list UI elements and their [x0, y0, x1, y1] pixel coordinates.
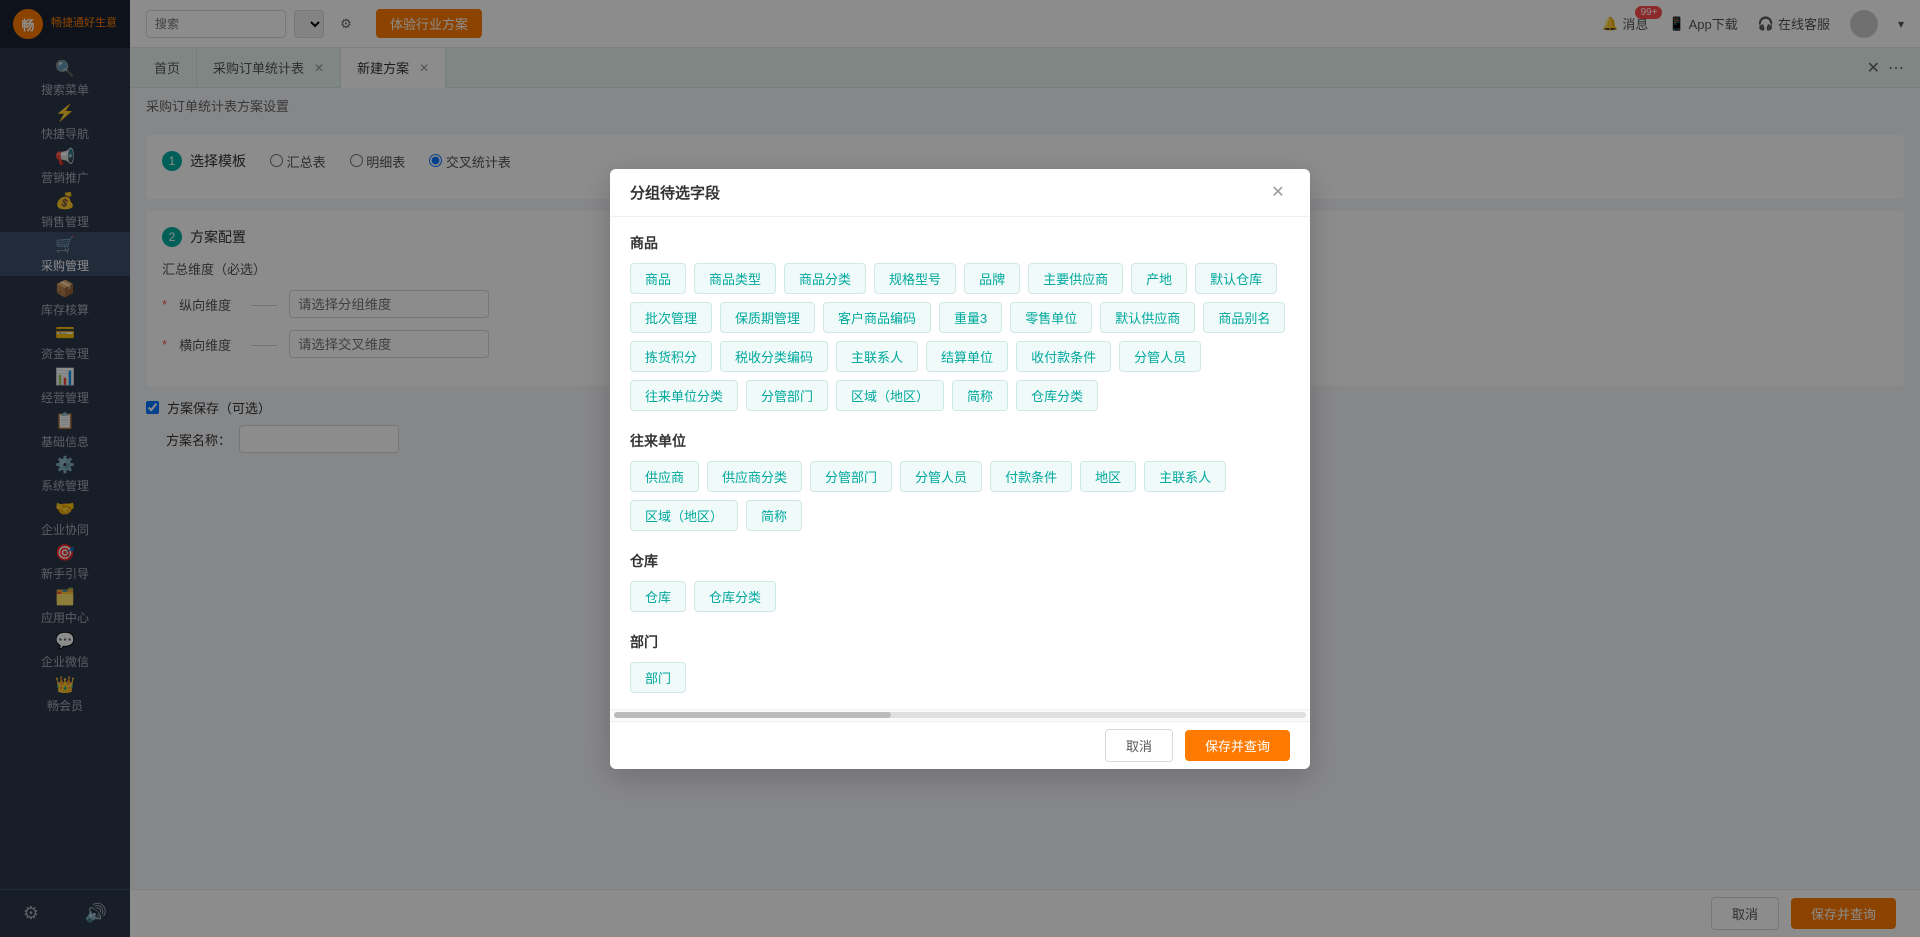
field-group-title-往来单位: 往来单位	[630, 431, 1290, 451]
field-tag[interactable]: 供应商分类	[707, 461, 802, 492]
field-select-modal: 分组待选字段 ✕ 商品商品商品类型商品分类规格型号品牌主要供应商产地默认仓库批次…	[610, 169, 1310, 769]
modal-cancel-button[interactable]: 取消	[1105, 729, 1173, 762]
field-tag[interactable]: 结算单位	[926, 341, 1008, 372]
field-tag[interactable]: 分管人员	[900, 461, 982, 492]
field-tag[interactable]: 地区	[1080, 461, 1136, 492]
field-tag[interactable]: 商品类型	[694, 263, 776, 294]
field-tag[interactable]: 商品	[630, 263, 686, 294]
modal-confirm-button[interactable]: 保存并查询	[1185, 730, 1290, 761]
field-tag[interactable]: 仓库分类	[694, 581, 776, 612]
modal-close-button[interactable]: ✕	[1266, 180, 1290, 204]
field-tag[interactable]: 主要供应商	[1028, 263, 1123, 294]
field-tag[interactable]: 客户商品编码	[823, 302, 931, 333]
field-tag[interactable]: 区域（地区）	[630, 500, 738, 531]
field-tag[interactable]: 部门	[630, 662, 686, 693]
modal-horizontal-scrollbar[interactable]	[610, 709, 1310, 721]
field-tag[interactable]: 仓库分类	[1016, 380, 1098, 411]
field-group-title-仓库: 仓库	[630, 551, 1290, 571]
field-tags-部门: 部门	[630, 662, 1290, 693]
field-tag[interactable]: 仓库	[630, 581, 686, 612]
field-tag[interactable]: 商品分类	[784, 263, 866, 294]
modal-header: 分组待选字段 ✕	[610, 169, 1310, 217]
field-tag[interactable]: 收付款条件	[1016, 341, 1111, 372]
field-tag[interactable]: 重量3	[939, 302, 1002, 333]
field-tag[interactable]: 往来单位分类	[630, 380, 738, 411]
field-tag[interactable]: 产地	[1131, 263, 1187, 294]
field-tag[interactable]: 供应商	[630, 461, 699, 492]
field-tag[interactable]: 税收分类编码	[720, 341, 828, 372]
field-tag[interactable]: 简称	[746, 500, 802, 531]
field-tag[interactable]: 默认供应商	[1100, 302, 1195, 333]
field-tag[interactable]: 批次管理	[630, 302, 712, 333]
field-tag[interactable]: 分管部门	[810, 461, 892, 492]
field-tag[interactable]: 付款条件	[990, 461, 1072, 492]
field-group-往来单位: 往来单位供应商供应商分类分管部门分管人员付款条件地区主联系人区域（地区） 简称	[630, 431, 1290, 531]
field-tag[interactable]: 零售单位	[1010, 302, 1092, 333]
field-tags-往来单位: 供应商供应商分类分管部门分管人员付款条件地区主联系人区域（地区） 简称	[630, 461, 1290, 531]
field-group-title-部门: 部门	[630, 632, 1290, 652]
field-tag[interactable]: 分管部门	[746, 380, 828, 411]
field-tag[interactable]: 拣货积分	[630, 341, 712, 372]
field-tag[interactable]: 商品别名	[1203, 302, 1285, 333]
modal-footer: 取消 保存并查询	[610, 721, 1310, 769]
field-tag[interactable]: 保质期管理	[720, 302, 815, 333]
modal-body: 商品商品商品类型商品分类规格型号品牌主要供应商产地默认仓库批次管理保质期管理客户…	[610, 217, 1310, 709]
field-tags-商品: 商品商品类型商品分类规格型号品牌主要供应商产地默认仓库批次管理保质期管理客户商品…	[630, 263, 1290, 411]
field-tag[interactable]: 主联系人	[1144, 461, 1226, 492]
field-group-部门: 部门部门	[630, 632, 1290, 693]
field-tag[interactable]: 分管人员	[1119, 341, 1201, 372]
field-tags-仓库: 仓库仓库分类	[630, 581, 1290, 612]
modal-title: 分组待选字段	[630, 182, 720, 203]
field-group-title-商品: 商品	[630, 233, 1290, 253]
field-tag[interactable]: 区域（地区）	[836, 380, 944, 411]
field-tag[interactable]: 规格型号	[874, 263, 956, 294]
field-group-商品: 商品商品商品类型商品分类规格型号品牌主要供应商产地默认仓库批次管理保质期管理客户…	[630, 233, 1290, 411]
field-tag[interactable]: 简称	[952, 380, 1008, 411]
field-tag[interactable]: 主联系人	[836, 341, 918, 372]
field-group-仓库: 仓库仓库仓库分类	[630, 551, 1290, 612]
field-tag[interactable]: 默认仓库	[1195, 263, 1277, 294]
field-tag[interactable]: 品牌	[964, 263, 1020, 294]
